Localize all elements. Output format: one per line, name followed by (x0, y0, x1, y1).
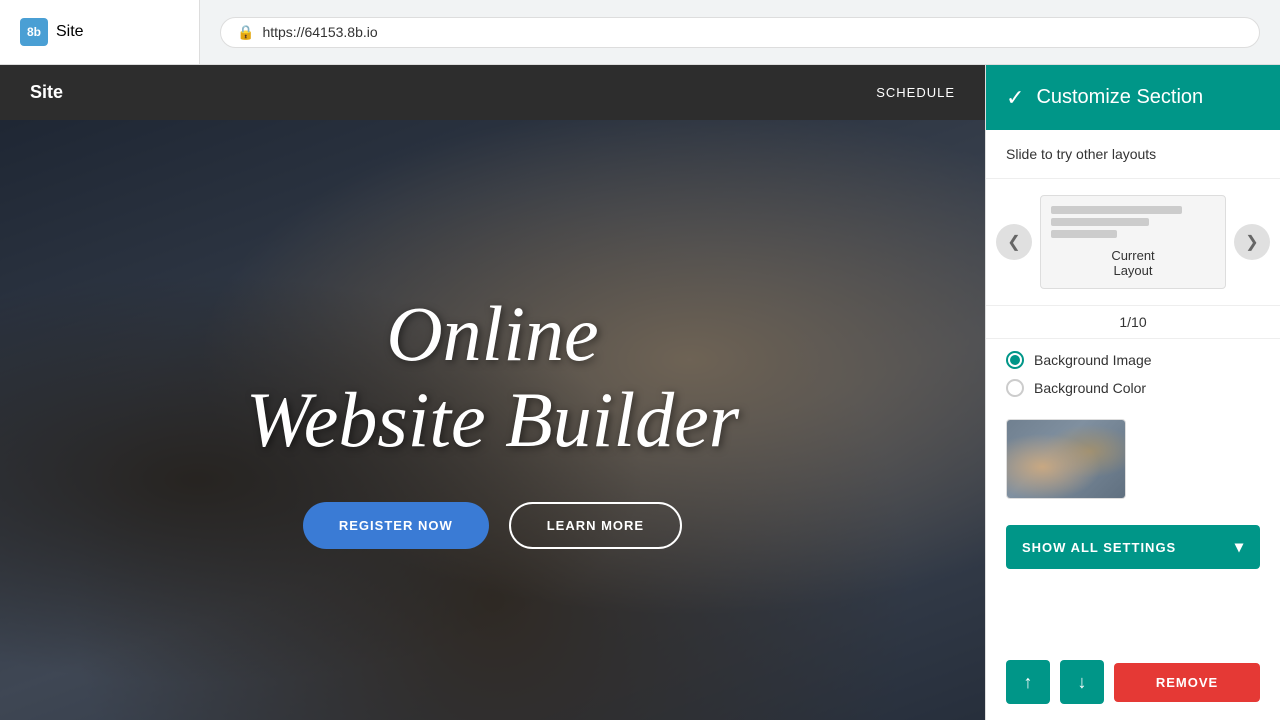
browser-bar: 8b Site 🔒 https://64153.8b.io (0, 0, 1280, 65)
tab-name: Site (56, 23, 84, 41)
site-logo: Site (30, 82, 63, 103)
tab-logo: 8b (20, 18, 48, 46)
thumb-preview (1007, 420, 1125, 498)
prev-layout-button[interactable]: ❮ (996, 224, 1032, 260)
layout-line-2 (1051, 218, 1149, 226)
layout-counter: 1/10 (986, 306, 1280, 339)
down-arrow-icon: ↓ (1078, 672, 1087, 693)
hero-section: Online Website Builder REGISTER NOW LEAR… (0, 120, 985, 720)
panel-footer: ↑ ↓ REMOVE (986, 644, 1280, 720)
chevron-down-icon: ▾ (1235, 537, 1244, 557)
bg-color-radio[interactable] (1006, 379, 1024, 397)
panel-title: Customize Section (1036, 86, 1203, 109)
panel-subtitle: Slide to try other layouts (986, 130, 1280, 179)
lock-icon: 🔒 (237, 24, 254, 41)
bg-options: Background Image Background Color (986, 339, 1280, 419)
site-nav-links: SCHEDULE (876, 85, 955, 100)
move-up-button[interactable]: ↑ (1006, 660, 1050, 704)
check-icon: ✓ (1006, 85, 1024, 111)
layout-preview: CurrentLayout (1040, 195, 1226, 289)
prev-arrow-icon: ❮ (1007, 232, 1020, 252)
browser-tab[interactable]: 8b Site (0, 0, 200, 64)
layout-line-3 (1051, 230, 1117, 238)
panel-header: ✓ Customize Section (986, 65, 1280, 130)
bg-color-option[interactable]: Background Color (1006, 379, 1260, 397)
bg-image-option[interactable]: Background Image (1006, 351, 1260, 369)
move-down-button[interactable]: ↓ (1060, 660, 1104, 704)
bg-thumbnail[interactable] (1006, 419, 1126, 499)
layout-line-1 (1051, 206, 1182, 214)
hero-content: Online Website Builder REGISTER NOW LEAR… (246, 291, 739, 550)
show-all-settings-button[interactable]: SHOW ALL SETTINGS ▾ (1006, 525, 1260, 569)
hero-title: Online Website Builder (246, 291, 739, 463)
remove-button[interactable]: REMOVE (1114, 663, 1260, 702)
up-arrow-icon: ↑ (1024, 672, 1033, 693)
main-container: Site SCHEDULE Online Website Builder REG… (0, 65, 1280, 720)
url-text: https://64153.8b.io (262, 24, 377, 40)
layout-slider: ❮ CurrentLayout ❯ (986, 179, 1280, 306)
next-arrow-icon: ❯ (1245, 232, 1258, 252)
next-layout-button[interactable]: ❯ (1234, 224, 1270, 260)
bg-color-label: Background Color (1034, 380, 1146, 396)
customize-panel: ✓ Customize Section Slide to try other l… (985, 65, 1280, 720)
url-bar[interactable]: 🔒 https://64153.8b.io (220, 17, 1260, 48)
bg-image-label: Background Image (1034, 352, 1152, 368)
learn-more-button[interactable]: LEARN MORE (509, 502, 682, 549)
website-preview: Site SCHEDULE Online Website Builder REG… (0, 65, 985, 720)
layout-label: CurrentLayout (1111, 248, 1154, 278)
layout-lines (1051, 206, 1215, 242)
show-settings-label: SHOW ALL SETTINGS (1022, 540, 1176, 555)
hero-buttons: REGISTER NOW LEARN MORE (246, 502, 739, 549)
bg-image-radio[interactable] (1006, 351, 1024, 369)
nav-schedule[interactable]: SCHEDULE (876, 85, 955, 100)
register-button[interactable]: REGISTER NOW (303, 502, 489, 549)
radio-dot (1010, 355, 1020, 365)
site-nav: Site SCHEDULE (0, 65, 985, 120)
